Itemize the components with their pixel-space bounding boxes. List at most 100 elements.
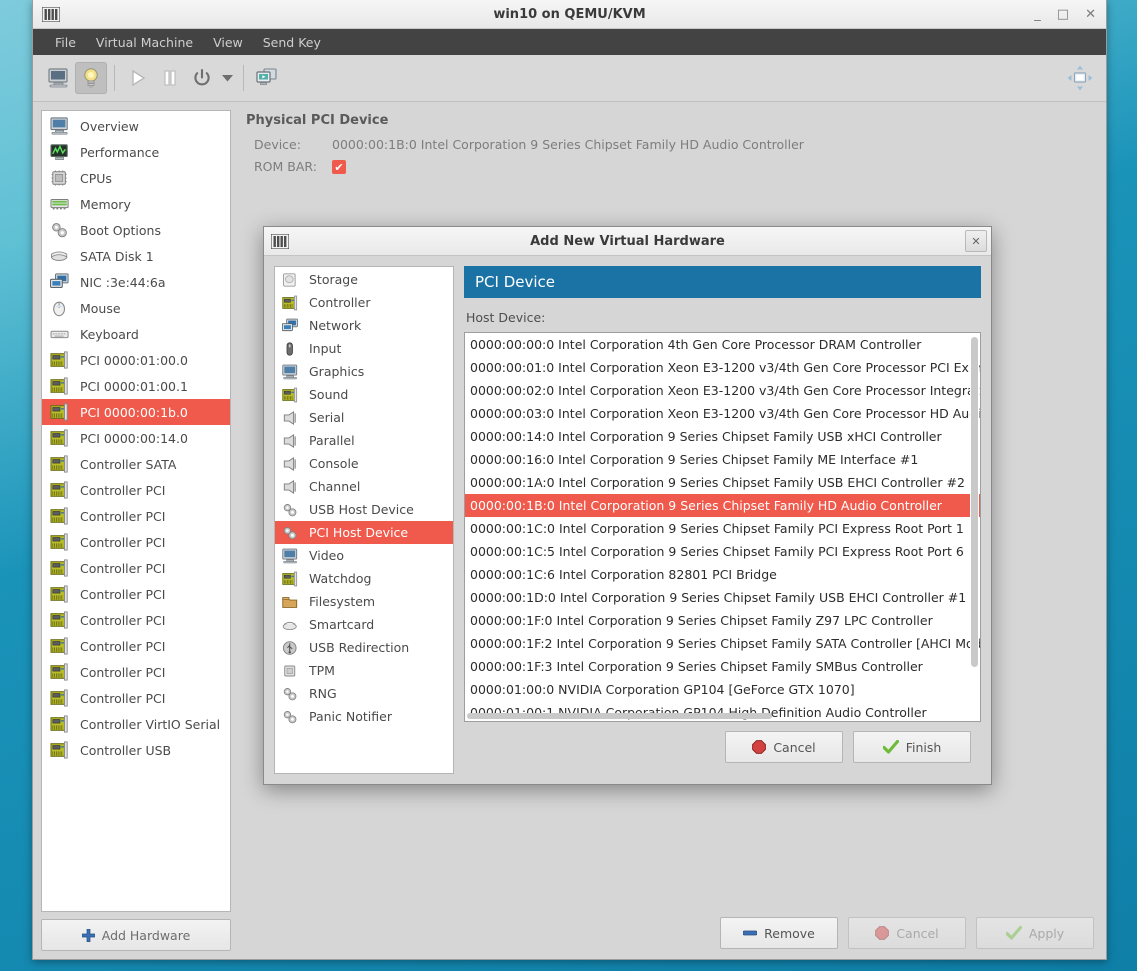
hardware-list[interactable]: Overview Performance CPUs Memory Boot Option…	[41, 110, 231, 912]
horizontal-scroll-thumb[interactable]	[467, 713, 772, 719]
host-device-row[interactable]: 0000:00:1A:0 Intel Corporation 9 Series …	[465, 471, 980, 494]
mouse-icon	[50, 299, 71, 318]
category-item-input[interactable]: Input	[275, 337, 453, 360]
host-device-row[interactable]: 0000:00:1F:3 Intel Corporation 9 Series …	[465, 655, 980, 678]
sidebar-item-controller-pci[interactable]: Controller PCI	[42, 685, 230, 711]
host-device-row[interactable]: 0000:00:01:0 Intel Corporation Xeon E3-1…	[465, 356, 980, 379]
hardware-category-list[interactable]: Storage Controller Network Input Graphics Sou…	[274, 266, 454, 774]
sidebar-item-cpus[interactable]: CPUs	[42, 165, 230, 191]
dialog-finish-button[interactable]: Finish	[853, 731, 971, 763]
host-device-row[interactable]: 0000:00:1D:0 Intel Corporation 9 Series …	[465, 586, 980, 609]
category-item-smartcard[interactable]: Smartcard	[275, 613, 453, 636]
sidebar-item-performance[interactable]: Performance	[42, 139, 230, 165]
minimize-button[interactable]: _	[1034, 8, 1041, 21]
category-item-panic-notifier[interactable]: Panic Notifier	[275, 705, 453, 728]
network-icon	[50, 273, 71, 292]
sidebar-item-controller-sata[interactable]: Controller SATA	[42, 451, 230, 477]
menu-item-file[interactable]: File	[45, 32, 86, 53]
shutdown-menu-button[interactable]	[218, 62, 236, 94]
host-device-row[interactable]: 0000:00:16:0 Intel Corporation 9 Series …	[465, 448, 980, 471]
category-item-controller[interactable]: Controller	[275, 291, 453, 314]
dialog-cancel-button[interactable]: Cancel	[725, 731, 843, 763]
sidebar-item-controller-pci[interactable]: Controller PCI	[42, 607, 230, 633]
category-item-video[interactable]: Video	[275, 544, 453, 567]
category-item-network[interactable]: Network	[275, 314, 453, 337]
sidebar-item-controller-pci[interactable]: Controller PCI	[42, 503, 230, 529]
category-item-rng[interactable]: RNG	[275, 682, 453, 705]
sidebar-item-controller-pci[interactable]: Controller PCI	[42, 555, 230, 581]
host-device-row[interactable]: 0000:00:03:0 Intel Corporation Xeon E3-1…	[465, 402, 980, 425]
menu-item-send-key[interactable]: Send Key	[253, 32, 331, 53]
sidebar-item-controller-pci[interactable]: Controller PCI	[42, 581, 230, 607]
category-item-storage[interactable]: Storage	[275, 268, 453, 291]
vertical-scroll-thumb[interactable]	[971, 337, 978, 667]
host-device-row[interactable]: 0000:00:1C:6 Intel Corporation 82801 PCI…	[465, 563, 980, 586]
category-item-parallel[interactable]: Parallel	[275, 429, 453, 452]
sidebar-item-mouse[interactable]: Mouse	[42, 295, 230, 321]
sidebar-item-pci-0000-00-1b-0[interactable]: PCI 0000:00:1b.0	[42, 399, 230, 425]
fullscreen-button[interactable]	[1064, 62, 1096, 94]
show-details-button[interactable]	[75, 62, 107, 94]
run-button[interactable]	[122, 62, 154, 94]
dialog-close-button[interactable]: ✕	[965, 230, 987, 252]
host-list-vertical-scrollbar[interactable]	[970, 335, 979, 719]
host-device-list[interactable]: 0000:00:00:0 Intel Corporation 4th Gen C…	[464, 332, 981, 722]
sidebar-item-label: Controller PCI	[80, 612, 166, 628]
close-button[interactable]: ✕	[1085, 8, 1096, 21]
gears-icon	[282, 685, 300, 702]
category-item-sound[interactable]: Sound	[275, 383, 453, 406]
sidebar-item-nic-3e-44-6a[interactable]: NIC :3e:44:6a	[42, 269, 230, 295]
sidebar-item-sata-disk-1[interactable]: SATA Disk 1	[42, 243, 230, 269]
host-device-row[interactable]: 0000:01:00:0 NVIDIA Corporation GP104 [G…	[465, 678, 980, 701]
pci-card-icon	[50, 481, 71, 500]
sidebar-item-memory[interactable]: Memory	[42, 191, 230, 217]
category-item-graphics[interactable]: Graphics	[275, 360, 453, 383]
category-item-watchdog[interactable]: Watchdog	[275, 567, 453, 590]
sidebar-item-controller-pci[interactable]: Controller PCI	[42, 633, 230, 659]
sidebar-item-controller-usb[interactable]: Controller USB	[42, 737, 230, 763]
category-item-usb-host-device[interactable]: USB Host Device	[275, 498, 453, 521]
host-device-row[interactable]: 0000:00:1C:0 Intel Corporation 9 Series …	[465, 517, 980, 540]
host-device-row[interactable]: 0000:00:1B:0 Intel Corporation 9 Series …	[465, 494, 980, 517]
apply-button[interactable]: Apply	[976, 917, 1094, 949]
sidebar-item-pci-0000-01-00-0[interactable]: PCI 0000:01:00.0	[42, 347, 230, 373]
maximize-button[interactable]: □	[1057, 8, 1069, 21]
sidebar-item-boot-options[interactable]: Boot Options	[42, 217, 230, 243]
host-device-row[interactable]: 0000:00:1F:0 Intel Corporation 9 Series …	[465, 609, 980, 632]
category-item-console[interactable]: Console	[275, 452, 453, 475]
host-device-row[interactable]: 0000:00:14:0 Intel Corporation 9 Series …	[465, 425, 980, 448]
remove-button[interactable]: Remove	[720, 917, 838, 949]
sidebar-item-controller-virtio-serial[interactable]: Controller VirtIO Serial	[42, 711, 230, 737]
rombar-checkbox[interactable]: ✔	[332, 160, 346, 174]
host-device-row[interactable]: 0000:00:02:0 Intel Corporation Xeon E3-1…	[465, 379, 980, 402]
menu-item-view[interactable]: View	[203, 32, 253, 53]
category-item-filesystem[interactable]: Filesystem	[275, 590, 453, 613]
category-item-serial[interactable]: Serial	[275, 406, 453, 429]
sidebar-item-pci-0000-00-14-0[interactable]: PCI 0000:00:14.0	[42, 425, 230, 451]
host-device-row[interactable]: 0000:00:1C:5 Intel Corporation 9 Series …	[465, 540, 980, 563]
cancel-button[interactable]: Cancel	[848, 917, 966, 949]
category-item-tpm[interactable]: TPM	[275, 659, 453, 682]
add-hardware-button[interactable]: Add Hardware	[41, 919, 231, 951]
show-console-button[interactable]	[43, 62, 75, 94]
toolbar	[33, 55, 1106, 102]
category-item-channel[interactable]: Channel	[275, 475, 453, 498]
category-item-label: Panic Notifier	[309, 709, 392, 724]
sidebar-item-pci-0000-01-00-1[interactable]: PCI 0000:01:00.1	[42, 373, 230, 399]
category-item-usb-redirection[interactable]: USB Redirection	[275, 636, 453, 659]
menu-item-virtual-machine[interactable]: Virtual Machine	[86, 32, 203, 53]
host-device-row[interactable]: 0000:00:1F:2 Intel Corporation 9 Series …	[465, 632, 980, 655]
snapshots-button[interactable]	[251, 62, 283, 94]
pause-button[interactable]	[154, 62, 186, 94]
sidebar-item-overview[interactable]: Overview	[42, 113, 230, 139]
sidebar-item-controller-pci[interactable]: Controller PCI	[42, 477, 230, 503]
pci-card-icon	[282, 570, 300, 587]
pci-card-icon	[50, 689, 71, 708]
shutdown-button[interactable]	[186, 62, 218, 94]
sidebar-item-controller-pci[interactable]: Controller PCI	[42, 659, 230, 685]
sidebar-item-controller-pci[interactable]: Controller PCI	[42, 529, 230, 555]
category-item-label: Sound	[309, 387, 349, 402]
sidebar-item-keyboard[interactable]: Keyboard	[42, 321, 230, 347]
category-item-pci-host-device[interactable]: PCI Host Device	[275, 521, 453, 544]
host-device-row[interactable]: 0000:00:00:0 Intel Corporation 4th Gen C…	[465, 333, 980, 356]
